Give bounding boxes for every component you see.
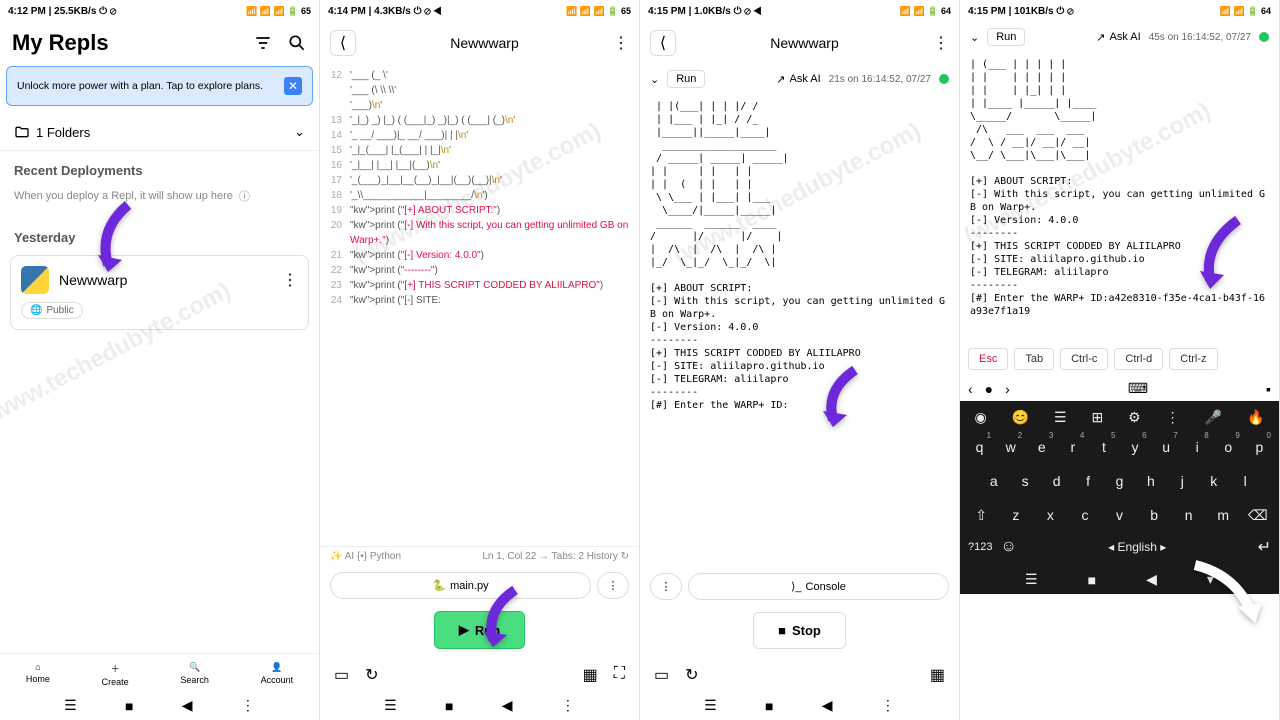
run-chip[interactable]: Run (667, 70, 705, 88)
python-icon (21, 266, 49, 294)
page-title: Newwwarp (450, 35, 518, 51)
status-dot (1259, 32, 1269, 42)
sidebar-icon[interactable]: ▭ (654, 665, 669, 685)
ask-ai-button[interactable]: ↗ Ask AI (776, 73, 820, 86)
chevron-down-icon[interactable]: ⌄ (970, 31, 979, 44)
refresh-icon[interactable]: ↻ (365, 665, 378, 685)
back-button[interactable]: ⟨ (650, 30, 676, 56)
page-title: My Repls (12, 30, 109, 56)
run-button[interactable]: ▶ Run (434, 611, 525, 649)
nav-create[interactable]: ＋Create (102, 662, 129, 687)
sidebar-icon[interactable]: ▭ (334, 665, 349, 685)
system-nav: ☰■◀▾ (960, 565, 1279, 594)
file-pill[interactable]: 🐍 main.py (330, 572, 591, 599)
nav-search[interactable]: 🔍Search (180, 662, 209, 687)
console-output: | (___ | | | | | | | | | | | | | | | |_|… (960, 52, 1279, 342)
folders-row[interactable]: 1 Folders ⌄ (0, 114, 319, 151)
more-icon[interactable]: ⋮ (933, 33, 949, 53)
refresh-icon[interactable]: ↻ (685, 665, 698, 685)
system-nav: ☰■◀⋮ (0, 691, 319, 720)
key-shortcuts: Esc Tab Ctrl-c Ctrl-d Ctrl-z (960, 342, 1279, 376)
collapse-icon[interactable]: ▪ (1266, 381, 1271, 397)
grid-icon[interactable]: ▦ (583, 665, 598, 685)
yesterday-title: Yesterday (0, 218, 319, 251)
ask-ai-button[interactable]: ↗ Ask AI (1096, 31, 1140, 44)
upgrade-banner[interactable]: Unlock more power with a plan. Tap to ex… (6, 66, 313, 106)
run-time: 45s on 16:14:52, 07/27 (1149, 32, 1251, 43)
pill-menu[interactable]: ⋮ (650, 573, 682, 600)
deployments-title: Recent Deployments (0, 151, 319, 184)
console-pill[interactable]: ⟩_ Console (688, 573, 949, 600)
more-icon[interactable]: ⋮ (282, 270, 298, 290)
pill-menu[interactable]: ⋮ (597, 572, 629, 599)
ctrlc-key[interactable]: Ctrl-c (1060, 348, 1108, 370)
tool-row: ▭ ↻ ▦ (640, 659, 959, 691)
close-icon[interactable]: ✕ (284, 77, 302, 95)
system-nav: ☰■◀⋮ (640, 691, 959, 720)
tab-key[interactable]: Tab (1014, 348, 1054, 370)
search-icon[interactable] (287, 33, 307, 53)
public-badge: 🌐 Public (21, 302, 83, 319)
ctrlz-key[interactable]: Ctrl-z (1169, 348, 1217, 370)
status-bar: 4:12 PM | 25.5KB/s ⏻ ⊘ 📶 📶 📶 🔋 65 (0, 0, 319, 22)
repl-card[interactable]: Newwwarp ⋮ 🌐 Public (10, 255, 309, 330)
shift-key[interactable]: ⇧ (964, 501, 999, 530)
status-dot (939, 74, 949, 84)
filter-icon[interactable] (253, 33, 273, 53)
emoji-key[interactable]: ☺ (1000, 538, 1016, 556)
run-time: 21s on 16:14:52, 07/27 (829, 74, 931, 85)
code-editor[interactable]: 12'___ (_ \' '___ (\ \\ \\' '___)\n'13'_… (320, 64, 639, 546)
tool-row: ▭ ↻ ▦ ⛶ (320, 659, 639, 691)
back-button[interactable]: ⟨ (330, 30, 356, 56)
run-chip[interactable]: Run (987, 28, 1025, 46)
stop-button[interactable]: ■ Stop (753, 612, 846, 649)
status-bar: 4:15 PM | 101KB/s ⏻ ⊘📶 📶 🔋 64 (960, 0, 1279, 22)
system-nav: ☰■◀⋮ (320, 691, 639, 720)
keyboard: ◉😊☰⊞⚙⋮🎤🔥 q1w2e3r4t5y6u7i8o9p0 asdfghjkl … (960, 401, 1279, 565)
status-bar: 4:14 PM | 4.3KB/s ⏻ ⊘ ◀📶 📶 📶 🔋 65 (320, 0, 639, 22)
expand-icon[interactable]: ⛶ (614, 665, 625, 685)
num-key[interactable]: ?123 (968, 541, 992, 553)
grid-icon[interactable]: ▦ (930, 665, 945, 685)
backspace-key[interactable]: ⌫ (1241, 501, 1276, 530)
editor-status: ✨ AI {•} Python Ln 1, Col 22 → Tabs: 2 H… (320, 546, 639, 566)
status-bar: 4:15 PM | 1.0KB/s ⏻ ⊘ ◀📶 📶 🔋 64 (640, 0, 959, 22)
nav-home[interactable]: ⌂Home (26, 662, 50, 687)
chevron-down-icon: ⌄ (294, 124, 305, 140)
chevron-down-icon[interactable]: ⌄ (650, 73, 659, 86)
bottom-nav: ⌂Home ＋Create 🔍Search 👤Account (0, 653, 319, 691)
ctrld-key[interactable]: Ctrl-d (1114, 348, 1163, 370)
deploy-hint: When you deploy a Repl, it will show up … (0, 184, 319, 218)
kb-toolbar: ‹●› ⌨ ▪ (960, 376, 1279, 401)
console-output: | |(___| | | |/ / | |___ | |_| / /_ |___… (640, 94, 959, 567)
page-title: Newwwarp (770, 35, 838, 51)
enter-key[interactable]: ↵ (1258, 537, 1271, 557)
keyboard-icon[interactable]: ⌨ (1128, 380, 1148, 397)
more-icon[interactable]: ⋮ (613, 33, 629, 53)
space-key[interactable]: ◂ English ▸ (1025, 540, 1250, 554)
info-icon: ⓘ (239, 188, 250, 204)
esc-key[interactable]: Esc (968, 348, 1008, 370)
nav-account[interactable]: 👤Account (261, 662, 294, 687)
